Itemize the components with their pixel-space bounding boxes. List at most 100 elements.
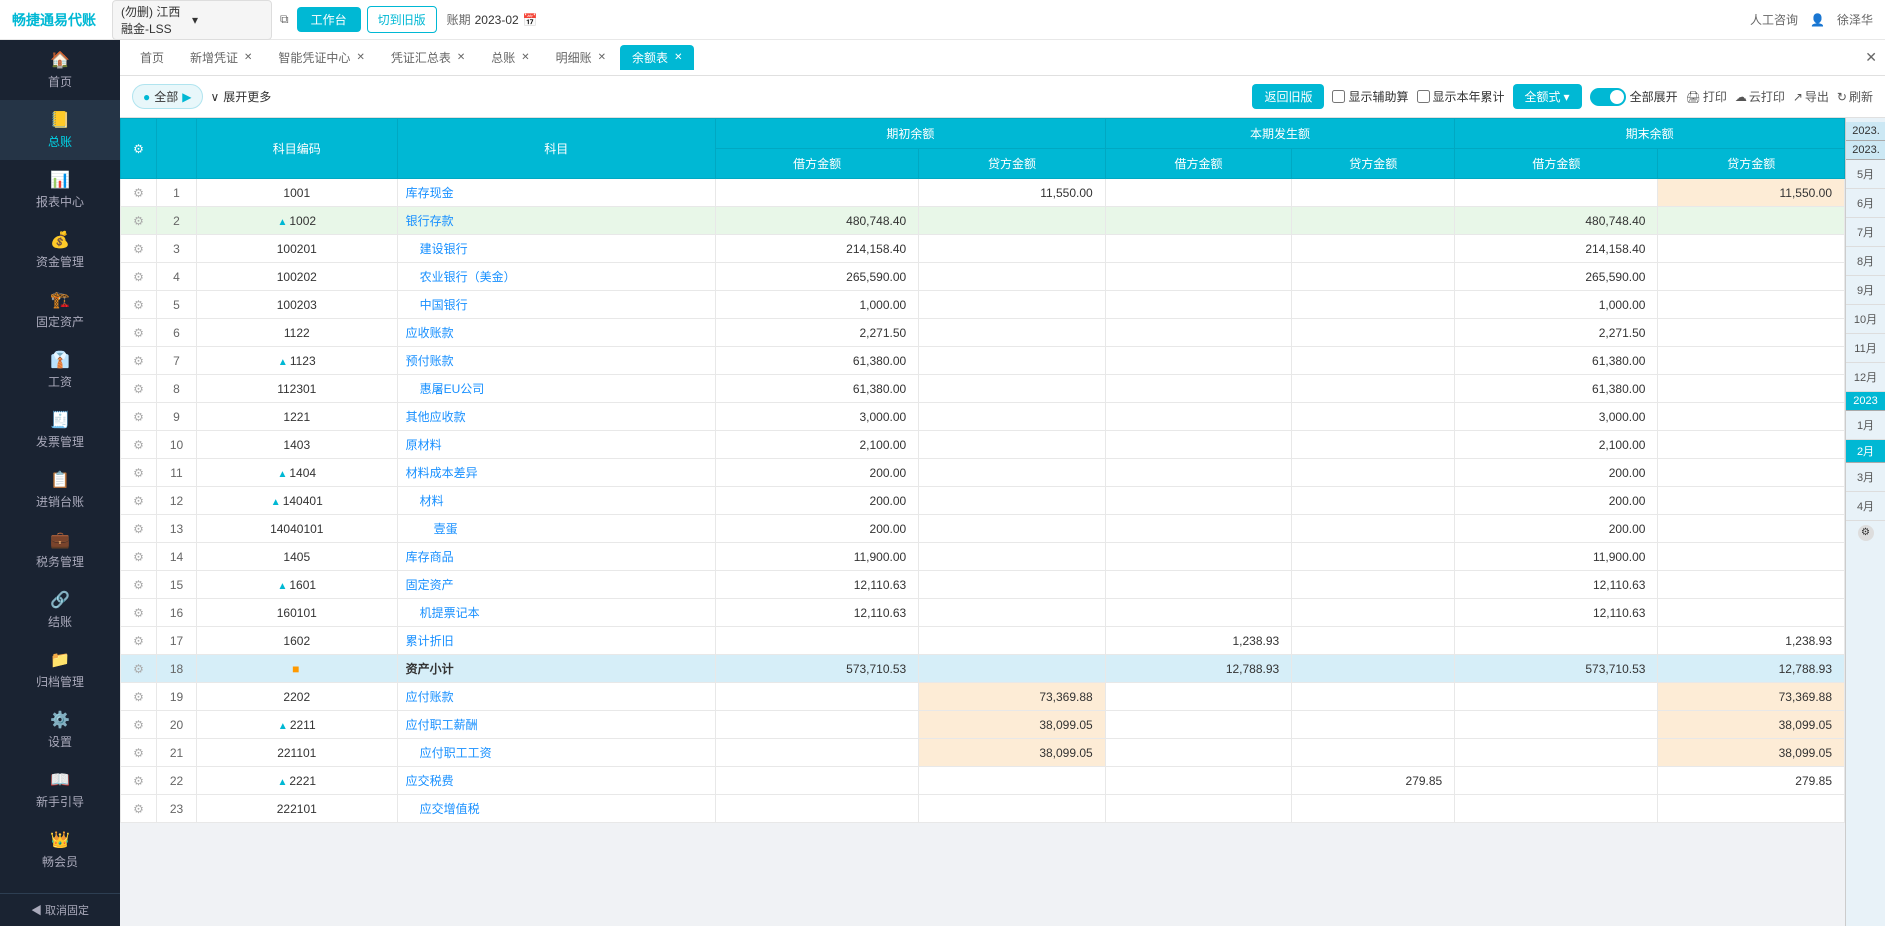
row-settings[interactable]: ⚙ xyxy=(121,599,157,627)
tab-detail-ledger[interactable]: 明细账 ✕ xyxy=(544,45,618,70)
subject-link[interactable]: 应交增值税 xyxy=(420,802,480,816)
right-panel-apr[interactable]: 4月 xyxy=(1846,492,1885,521)
close-icon[interactable]: ✕ xyxy=(244,52,252,63)
tab-home[interactable]: 首页 xyxy=(128,45,176,70)
settings-dot[interactable]: ⚙ xyxy=(1846,525,1885,541)
row-settings[interactable]: ⚙ xyxy=(121,627,157,655)
show-ytd-checkbox-label[interactable]: 显示本年累计 xyxy=(1417,88,1505,105)
row-settings[interactable]: ⚙ xyxy=(121,347,157,375)
row-settings[interactable]: ⚙ xyxy=(121,291,157,319)
subject-link[interactable]: 农业银行（美金） xyxy=(420,270,516,284)
calendar-icon[interactable]: 📅 xyxy=(523,13,538,27)
sidebar-item-invoice[interactable]: 🧾 发票管理 xyxy=(0,400,120,460)
sidebar-item-home[interactable]: 🏠 首页 xyxy=(0,40,120,100)
right-panel-sep[interactable]: 9月 xyxy=(1846,276,1885,305)
subject-name[interactable]: 惠屠EU公司 xyxy=(397,375,715,403)
subject-name[interactable]: 原材料 xyxy=(397,431,715,459)
row-settings[interactable]: ⚙ xyxy=(121,795,157,823)
subject-name[interactable]: 应交税费 xyxy=(397,767,715,795)
show-aux-checkbox[interactable] xyxy=(1332,90,1345,103)
row-settings[interactable]: ⚙ xyxy=(121,711,157,739)
subject-link[interactable]: 库存商品 xyxy=(406,550,454,564)
subject-name[interactable]: 累计折旧 xyxy=(397,627,715,655)
subject-name[interactable]: 固定资产 xyxy=(397,571,715,599)
return-old-button[interactable]: 返回旧版 xyxy=(1252,84,1324,109)
subject-link[interactable]: 材料成本差异 xyxy=(406,466,478,480)
subject-link[interactable]: 原材料 xyxy=(406,438,442,452)
subject-name[interactable]: 库存现金 xyxy=(397,179,715,207)
subject-name[interactable]: 应付账款 xyxy=(397,683,715,711)
export-button[interactable]: ↗ 导出 xyxy=(1793,88,1829,105)
right-panel-jan[interactable]: 1月 xyxy=(1846,411,1885,440)
row-settings[interactable]: ⚙ xyxy=(121,403,157,431)
subject-name[interactable]: 应交增值税 xyxy=(397,795,715,823)
right-panel-mar[interactable]: 3月 xyxy=(1846,463,1885,492)
tab-general-ledger[interactable]: 总账 ✕ xyxy=(479,45,541,70)
subject-link[interactable]: 固定资产 xyxy=(406,578,454,592)
tab-balance[interactable]: 余额表 ✕ xyxy=(620,45,694,70)
work-button[interactable]: 工作台 xyxy=(297,7,361,32)
sidebar-item-purchase[interactable]: 📋 进销台账 xyxy=(0,460,120,520)
right-panel-jun[interactable]: 6月 xyxy=(1846,189,1885,218)
tab-smart-voucher[interactable]: 智能凭证中心 ✕ xyxy=(266,45,376,70)
right-panel-year-2023[interactable]: 2023 xyxy=(1846,392,1885,411)
row-settings[interactable]: ⚙ xyxy=(121,207,157,235)
close-icon[interactable]: ✕ xyxy=(674,52,682,63)
sidebar-item-archive[interactable]: 📁 归档管理 xyxy=(0,640,120,700)
subject-name[interactable]: 库存商品 xyxy=(397,543,715,571)
close-icon[interactable]: ✕ xyxy=(356,52,364,63)
subject-link[interactable]: 壹蛋 xyxy=(434,522,458,536)
row-settings[interactable]: ⚙ xyxy=(121,571,157,599)
subject-link[interactable]: 应收账款 xyxy=(406,326,454,340)
row-settings[interactable]: ⚙ xyxy=(121,431,157,459)
subject-name[interactable]: 应付职工薪酬 xyxy=(397,711,715,739)
right-panel-nov[interactable]: 11月 xyxy=(1846,334,1885,363)
subject-name[interactable]: 应付职工工资 xyxy=(397,739,715,767)
table-scroll[interactable]: ⚙ 科目编码 科目 期初余额 本期发生额 期末余额 借方金额 贷方金额 借方金额 xyxy=(120,118,1845,926)
subject-link[interactable]: 应付职工薪酬 xyxy=(406,718,478,732)
print-button[interactable]: 🖨 打印 xyxy=(1686,88,1727,105)
row-settings[interactable]: ⚙ xyxy=(121,767,157,795)
subject-link[interactable]: 机提票记本 xyxy=(420,606,480,620)
row-settings[interactable]: ⚙ xyxy=(121,375,157,403)
cloud-print-button[interactable]: ☁ 云打印 xyxy=(1735,88,1785,105)
sidebar-item-guide[interactable]: 📖 新手引导 xyxy=(0,760,120,820)
subject-name[interactable]: 农业银行（美金） xyxy=(397,263,715,291)
all-filter-button[interactable]: ● 全部 ▶ xyxy=(132,84,203,109)
show-ytd-checkbox[interactable] xyxy=(1417,90,1430,103)
row-settings[interactable]: ⚙ xyxy=(121,263,157,291)
tab-add-voucher[interactable]: 新增凭证 ✕ xyxy=(178,45,264,70)
sidebar-item-reports[interactable]: 📊 报表中心 xyxy=(0,160,120,220)
row-settings[interactable]: ⚙ xyxy=(121,683,157,711)
subject-link[interactable]: 建设银行 xyxy=(420,242,468,256)
cancel-fixed[interactable]: ◀ 取消固定 xyxy=(0,893,120,926)
switch-button[interactable]: 切到旧版 xyxy=(367,6,437,33)
subject-link[interactable]: 累计折旧 xyxy=(406,634,454,648)
row-settings[interactable]: ⚙ xyxy=(121,235,157,263)
subject-link[interactable]: 应交税费 xyxy=(406,774,454,788)
subject-name[interactable]: 预付账款 xyxy=(397,347,715,375)
sidebar-item-settle[interactable]: 🔗 结账 xyxy=(0,580,120,640)
row-settings[interactable]: ⚙ xyxy=(121,459,157,487)
close-icon[interactable]: ✕ xyxy=(598,52,606,63)
consult-link[interactable]: 人工咨询 xyxy=(1750,11,1798,28)
row-settings[interactable]: ⚙ xyxy=(121,739,157,767)
refresh-button[interactable]: ↻ 刷新 xyxy=(1837,88,1873,105)
row-settings[interactable]: ⚙ xyxy=(121,319,157,347)
sidebar-item-assets[interactable]: 🏗️ 固定资产 xyxy=(0,280,120,340)
right-panel-may[interactable]: 5月 xyxy=(1846,160,1885,189)
sidebar-item-salary[interactable]: 👔 工资 xyxy=(0,340,120,400)
subject-link[interactable]: 银行存款 xyxy=(406,214,454,228)
subject-name[interactable]: 材料 xyxy=(397,487,715,515)
close-icon[interactable]: ✕ xyxy=(521,52,529,63)
company-selector[interactable]: (勿删) 江西融金-LSS ▾ xyxy=(112,0,272,40)
subject-link[interactable]: 中国银行 xyxy=(420,298,468,312)
subject-link[interactable]: 惠屠EU公司 xyxy=(420,382,485,396)
subject-name[interactable]: 机提票记本 xyxy=(397,599,715,627)
subject-link[interactable]: 应付职工工资 xyxy=(420,746,492,760)
expand-more-button[interactable]: ∨ 展开更多 xyxy=(211,88,272,105)
right-panel-feb[interactable]: 2月 xyxy=(1846,440,1885,463)
row-settings[interactable]: ⚙ xyxy=(121,515,157,543)
copy-icon[interactable]: ⧉ xyxy=(280,12,289,27)
row-settings[interactable]: ⚙ xyxy=(121,487,157,515)
